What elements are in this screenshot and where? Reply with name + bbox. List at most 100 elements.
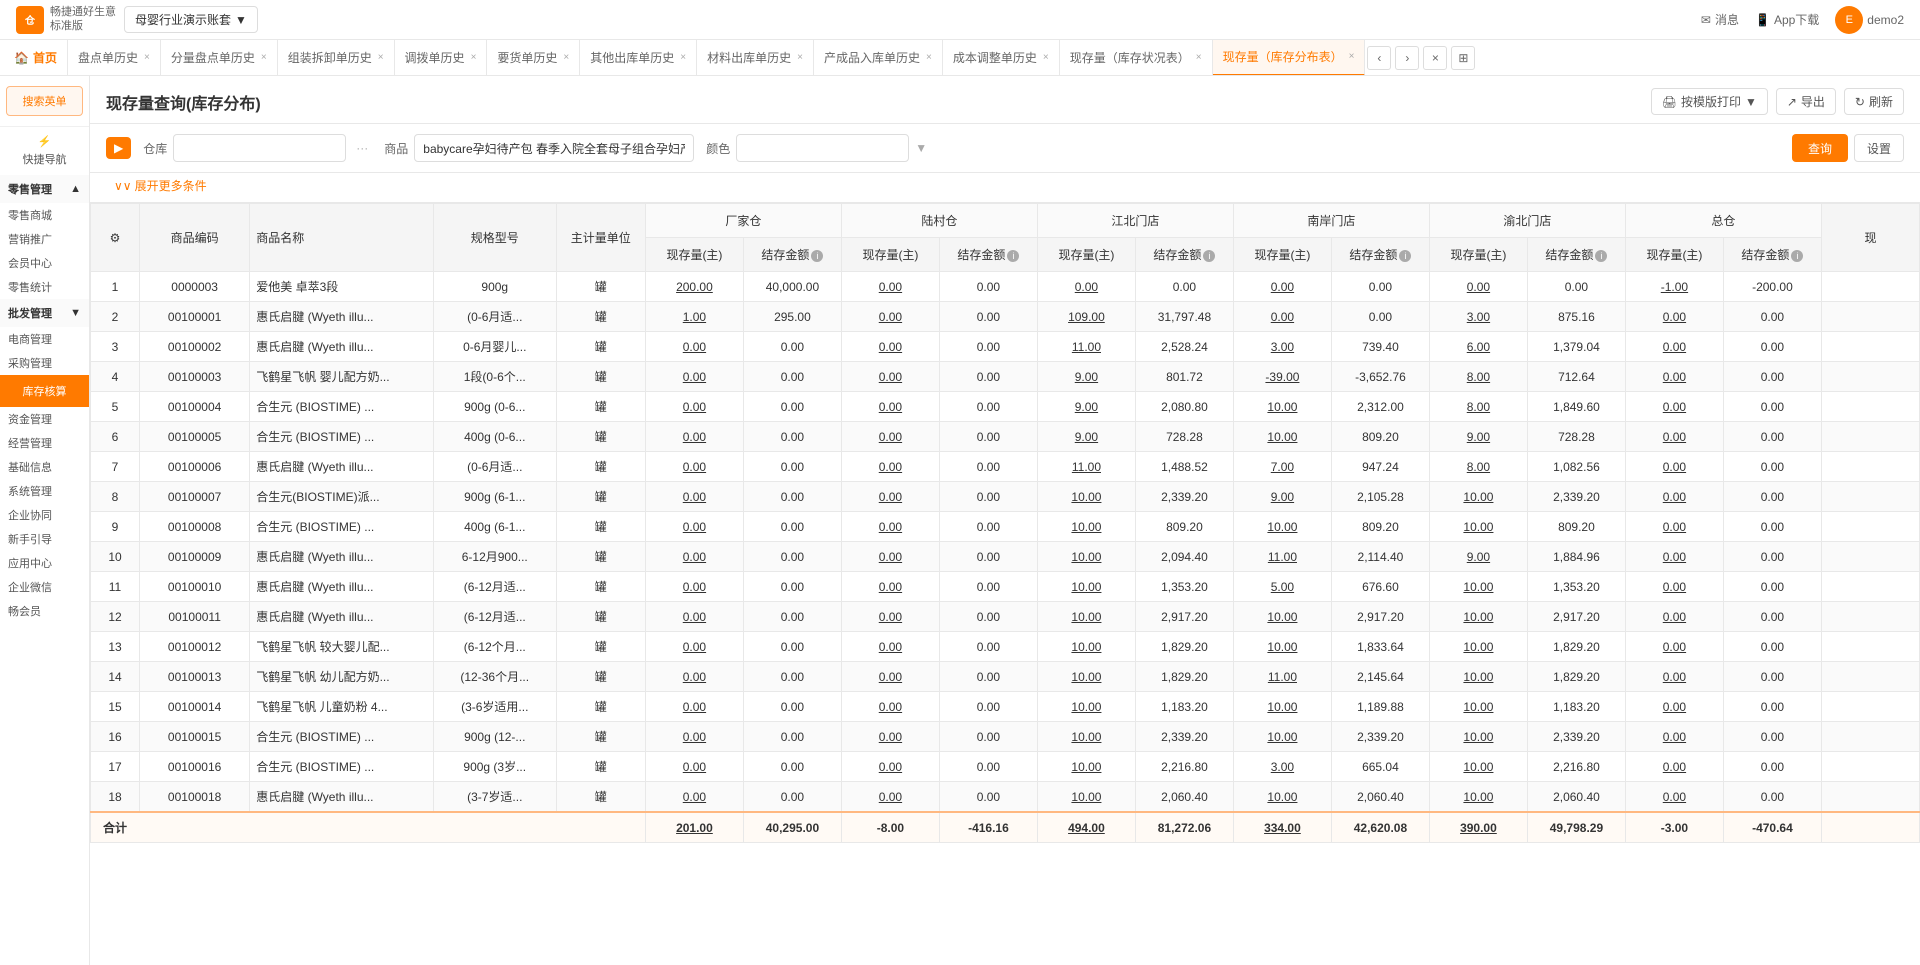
tab-next-btn[interactable]: ›: [1395, 46, 1419, 70]
cell-z-qty[interactable]: 0.00: [1625, 782, 1723, 813]
cell-l-qty[interactable]: 0.00: [841, 512, 939, 542]
cell-f-qty[interactable]: 1.00: [645, 302, 743, 332]
close-tab-assemble[interactable]: ×: [378, 52, 384, 63]
cell-j-qty[interactable]: 10.00: [1037, 752, 1135, 782]
j-amt-info[interactable]: i: [1203, 250, 1215, 262]
cell-z-qty[interactable]: 0.00: [1625, 542, 1723, 572]
cell-y-qty[interactable]: 0.00: [1429, 272, 1527, 302]
cell-j-qty[interactable]: 109.00: [1037, 302, 1135, 332]
close-tab-material-out[interactable]: ×: [797, 52, 803, 63]
cell-y-qty[interactable]: 10.00: [1429, 782, 1527, 813]
cell-y-qty[interactable]: 10.00: [1429, 572, 1527, 602]
close-tab-requisition[interactable]: ×: [563, 52, 569, 63]
cell-z-qty[interactable]: 0.00: [1625, 752, 1723, 782]
tab-stock-status[interactable]: 现存量（库存状况表） ×: [1060, 40, 1213, 76]
summary-z-qty[interactable]: -3.00: [1625, 812, 1723, 843]
cell-y-qty[interactable]: 8.00: [1429, 362, 1527, 392]
cell-l-qty[interactable]: 0.00: [841, 422, 939, 452]
cell-f-qty[interactable]: 0.00: [645, 332, 743, 362]
cell-j-qty[interactable]: 10.00: [1037, 572, 1135, 602]
cell-n-qty[interactable]: 10.00: [1233, 602, 1331, 632]
cell-j-qty[interactable]: 10.00: [1037, 602, 1135, 632]
cell-n-qty[interactable]: 0.00: [1233, 272, 1331, 302]
tab-stock-dist[interactable]: 现存量（库存分布表） ×: [1213, 40, 1366, 76]
cell-y-qty[interactable]: 3.00: [1429, 302, 1527, 332]
cell-j-qty[interactable]: 10.00: [1037, 542, 1135, 572]
sidebar-item-operations[interactable]: 经营管理: [0, 431, 89, 455]
tab-close-all-btn[interactable]: ×: [1423, 46, 1447, 70]
cell-n-qty[interactable]: 0.00: [1233, 302, 1331, 332]
l-amt-info[interactable]: i: [1007, 250, 1019, 262]
cell-j-qty[interactable]: 11.00: [1037, 452, 1135, 482]
close-tab-stock-multi[interactable]: ×: [261, 52, 267, 63]
cell-l-qty[interactable]: 0.00: [841, 722, 939, 752]
cell-j-qty[interactable]: 10.00: [1037, 632, 1135, 662]
cell-y-qty[interactable]: 10.00: [1429, 632, 1527, 662]
sidebar-item-app-center[interactable]: 应用中心: [0, 551, 89, 575]
close-tab-stock-status[interactable]: ×: [1196, 52, 1202, 63]
cell-f-qty[interactable]: 0.00: [645, 422, 743, 452]
cell-z-qty[interactable]: 0.00: [1625, 692, 1723, 722]
cell-l-qty[interactable]: 0.00: [841, 662, 939, 692]
cell-l-qty[interactable]: 0.00: [841, 782, 939, 813]
cell-n-qty[interactable]: 3.00: [1233, 332, 1331, 362]
app-download-btn[interactable]: 📱 App下载: [1755, 11, 1819, 28]
f-amt-info[interactable]: i: [811, 250, 823, 262]
cell-n-qty[interactable]: 10.00: [1233, 632, 1331, 662]
sidebar-item-base-info[interactable]: 基础信息: [0, 455, 89, 479]
cell-z-qty[interactable]: 0.00: [1625, 452, 1723, 482]
cell-j-qty[interactable]: 10.00: [1037, 662, 1135, 692]
cell-f-qty[interactable]: 0.00: [645, 602, 743, 632]
cell-y-qty[interactable]: 10.00: [1429, 662, 1527, 692]
summary-l-qty[interactable]: -8.00: [841, 812, 939, 843]
cell-f-qty[interactable]: 0.00: [645, 452, 743, 482]
cell-f-qty[interactable]: 0.00: [645, 722, 743, 752]
cell-l-qty[interactable]: 0.00: [841, 452, 939, 482]
cell-l-qty[interactable]: 0.00: [841, 482, 939, 512]
product-input[interactable]: [414, 134, 694, 162]
cell-f-qty[interactable]: 0.00: [645, 542, 743, 572]
cell-f-qty[interactable]: 200.00: [645, 272, 743, 302]
message-btn[interactable]: ✉ 消息: [1701, 11, 1739, 28]
summary-j-qty[interactable]: 494.00: [1037, 812, 1135, 843]
cell-z-qty[interactable]: 0.00: [1625, 332, 1723, 362]
sidebar-item-member[interactable]: 会员中心: [0, 251, 89, 275]
cell-y-qty[interactable]: 6.00: [1429, 332, 1527, 362]
tab-home[interactable]: 🏠 首页: [4, 40, 68, 76]
settings-button[interactable]: 设置: [1854, 134, 1904, 162]
refresh-btn[interactable]: ↻ 刷新: [1844, 88, 1904, 115]
sidebar-item-retail-stat[interactable]: 零售统计: [0, 275, 89, 299]
close-tab-stock-single[interactable]: ×: [144, 52, 150, 63]
cell-l-qty[interactable]: 0.00: [841, 362, 939, 392]
cell-z-qty[interactable]: 0.00: [1625, 392, 1723, 422]
tab-product-in[interactable]: 产成品入库单历史 ×: [814, 40, 943, 76]
summary-f-qty[interactable]: 201.00: [645, 812, 743, 843]
cell-l-qty[interactable]: 0.00: [841, 692, 939, 722]
close-tab-transfer[interactable]: ×: [471, 52, 477, 63]
cell-y-qty[interactable]: 8.00: [1429, 392, 1527, 422]
tab-other-out[interactable]: 其他出库单历史 ×: [580, 40, 697, 76]
cell-l-qty[interactable]: 0.00: [841, 602, 939, 632]
cell-j-qty[interactable]: 9.00: [1037, 392, 1135, 422]
cell-f-qty[interactable]: 0.00: [645, 362, 743, 392]
cell-y-qty[interactable]: 10.00: [1429, 602, 1527, 632]
color-input[interactable]: [736, 134, 909, 162]
n-amt-info[interactable]: i: [1399, 250, 1411, 262]
summary-n-qty[interactable]: 334.00: [1233, 812, 1331, 843]
sidebar-item-corp-wechat[interactable]: 企业微信: [0, 575, 89, 599]
cell-y-qty[interactable]: 9.00: [1429, 542, 1527, 572]
user-profile-btn[interactable]: E demo2: [1835, 6, 1904, 34]
tab-material-out[interactable]: 材料出库单历史 ×: [697, 40, 814, 76]
cell-z-qty[interactable]: 0.00: [1625, 422, 1723, 452]
cell-y-qty[interactable]: 10.00: [1429, 722, 1527, 752]
tab-prev-btn[interactable]: ‹: [1367, 46, 1391, 70]
warehouse-input[interactable]: [173, 134, 346, 162]
sidebar-item-guide[interactable]: 新手引导: [0, 527, 89, 551]
cell-f-qty[interactable]: 0.00: [645, 572, 743, 602]
cell-z-qty[interactable]: 0.00: [1625, 602, 1723, 632]
cell-f-qty[interactable]: 0.00: [645, 392, 743, 422]
tab-assemble[interactable]: 组装拆卸单历史 ×: [278, 40, 395, 76]
sidebar-item-retail-shop[interactable]: 零售商城: [0, 203, 89, 227]
cell-n-qty[interactable]: 10.00: [1233, 422, 1331, 452]
cell-j-qty[interactable]: 0.00: [1037, 272, 1135, 302]
